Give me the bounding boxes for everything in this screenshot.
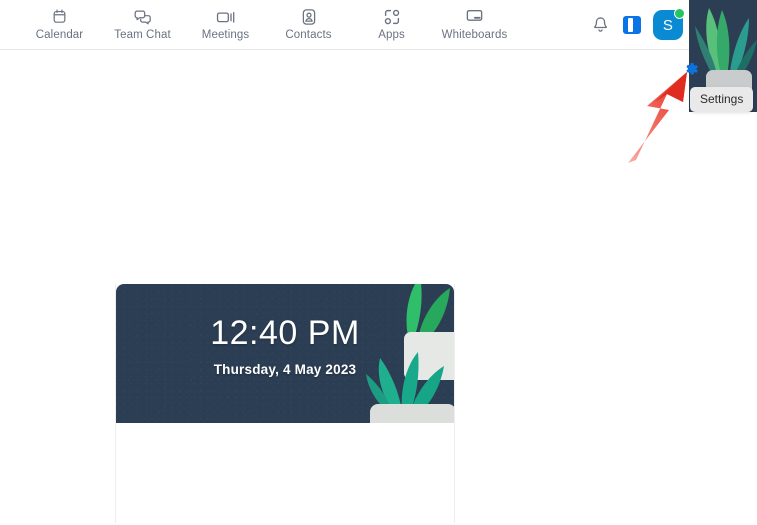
user-avatar[interactable]: S bbox=[653, 8, 685, 40]
clock-card[interactable]: 12:40 PM Thursday, 4 May 2023 bbox=[115, 284, 455, 523]
nav-label-apps: Apps bbox=[378, 29, 405, 41]
side-panel-toggle-icon[interactable] bbox=[623, 16, 641, 34]
nav-label-team-chat: Team Chat bbox=[114, 29, 171, 41]
clock-card-date: Thursday, 4 May 2023 bbox=[213, 362, 357, 377]
contact-person-icon bbox=[301, 7, 317, 26]
avatar-status-dot bbox=[674, 8, 685, 19]
nav-item-meetings[interactable]: Meetings bbox=[184, 3, 267, 41]
nav-item-contacts[interactable]: Contacts bbox=[267, 3, 350, 41]
zoom-workplace-window: Calendar Team Chat Meetings Contacts App… bbox=[0, 0, 757, 525]
nav-item-list: Calendar Team Chat Meetings Contacts App… bbox=[18, 3, 516, 41]
clock-card-body bbox=[116, 423, 454, 523]
nav-item-calendar[interactable]: Calendar bbox=[18, 3, 101, 41]
nav-item-team-chat[interactable]: Team Chat bbox=[101, 3, 184, 41]
video-camera-icon bbox=[216, 7, 236, 26]
clock-card-time: 12:40 PM bbox=[210, 314, 360, 352]
apps-icon bbox=[383, 7, 401, 26]
settings-tooltip: Settings bbox=[690, 87, 754, 112]
top-navigation-bar: Calendar Team Chat Meetings Contacts App… bbox=[0, 0, 689, 50]
calendar-icon bbox=[51, 7, 68, 26]
topbar-right-controls: S bbox=[589, 0, 689, 50]
settings-gear-icon[interactable] bbox=[682, 60, 700, 78]
nav-label-meetings: Meetings bbox=[201, 29, 250, 41]
clock-card-image: 12:40 PM Thursday, 4 May 2023 bbox=[116, 284, 454, 423]
nav-label-calendar: Calendar bbox=[35, 29, 84, 41]
nav-label-whiteboards: Whiteboards bbox=[441, 29, 508, 41]
nav-item-apps[interactable]: Apps bbox=[350, 3, 433, 41]
chat-bubbles-icon bbox=[133, 7, 152, 26]
whiteboard-icon bbox=[465, 7, 484, 26]
nav-item-whiteboards[interactable]: Whiteboards bbox=[433, 3, 516, 41]
card-plant-illustration bbox=[348, 284, 454, 423]
notifications-bell-icon[interactable] bbox=[589, 14, 611, 36]
nav-label-contacts: Contacts bbox=[285, 29, 332, 41]
